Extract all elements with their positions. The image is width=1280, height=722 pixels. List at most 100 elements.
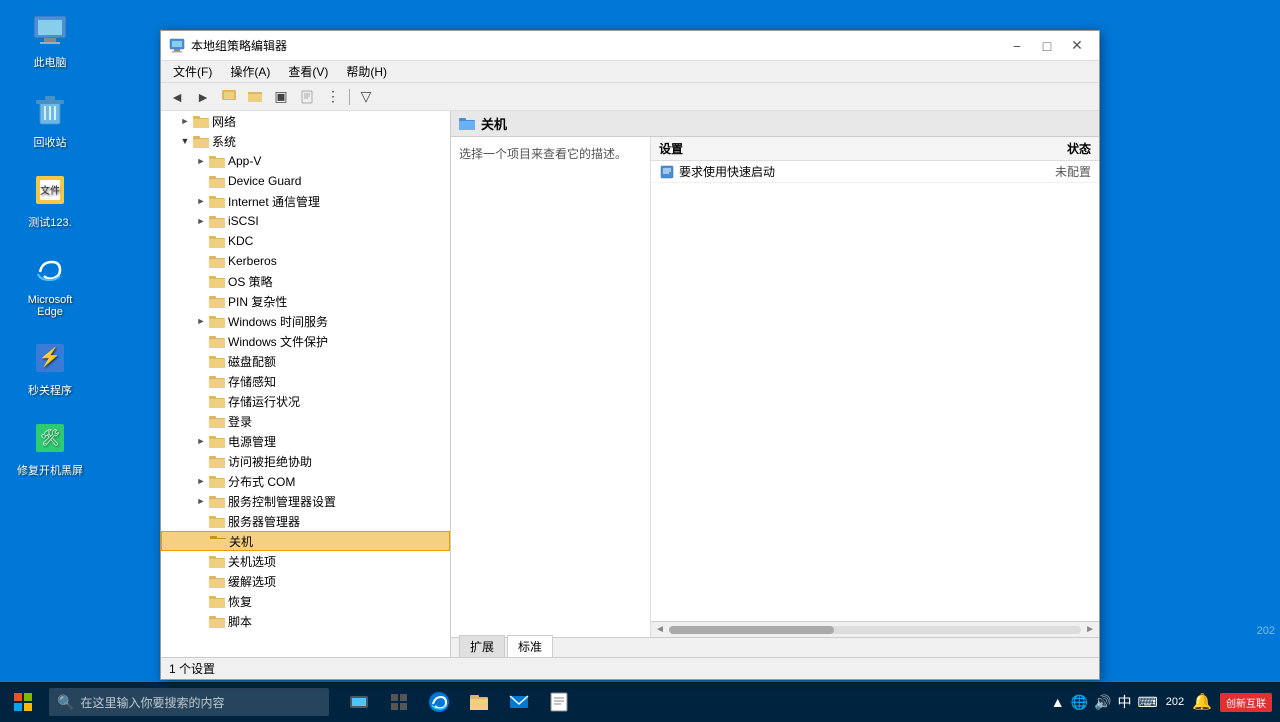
main-window: 本地组策略编辑器 − □ ✕ 文件(F) 操作(A) 查看(V) 帮助(H) ◄… — [160, 30, 1100, 680]
tree-item-wintimesvc[interactable]: ► Windows 时间服务 — [161, 311, 450, 331]
test-icon: 文件 — [30, 170, 70, 210]
menu-view[interactable]: 查看(V) — [280, 61, 336, 82]
tree-item-appv[interactable]: ► App-V — [161, 151, 450, 171]
start-button[interactable] — [0, 682, 45, 722]
hscroll-thumb[interactable] — [669, 626, 834, 634]
tree-item-internet[interactable]: ► Internet 通信管理 — [161, 191, 450, 211]
folder-icon-system — [193, 134, 209, 148]
view-button[interactable]: ⋮ — [321, 86, 345, 108]
ime-icon[interactable]: 中 — [1118, 692, 1132, 712]
taskbar-icon-edge[interactable] — [421, 682, 457, 722]
properties-button[interactable] — [295, 86, 319, 108]
right-panel: 关机 选择一个项目来查看它的描述。 设置 状态 — [451, 111, 1099, 657]
volume-icon[interactable]: 🔊 — [1094, 694, 1111, 711]
right-content: 选择一个项目来查看它的描述。 设置 状态 — [451, 137, 1099, 637]
tree-item-accessdenied[interactable]: ► 访问被拒绝协助 — [161, 451, 450, 471]
tree-item-login[interactable]: ► 登录 — [161, 411, 450, 431]
menu-file[interactable]: 文件(F) — [165, 61, 220, 82]
desktop-icon-edge[interactable]: Microsoft Edge — [15, 250, 85, 318]
taskbar-search[interactable]: 🔍 在这里输入你要搜索的内容 — [49, 688, 329, 716]
taskbar-icon-mail[interactable] — [501, 682, 537, 722]
folder-button[interactable] — [243, 86, 267, 108]
taskbar-icon-task[interactable] — [341, 682, 377, 722]
tree-item-kdc[interactable]: ► KDC — [161, 231, 450, 251]
expander-iscsi[interactable]: ► — [193, 213, 209, 229]
menu-action[interactable]: 操作(A) — [222, 61, 278, 82]
expander-network[interactable]: ► — [177, 113, 193, 129]
up-button[interactable] — [217, 86, 241, 108]
tree-item-scm[interactable]: ► 服务控制管理器设置 — [161, 491, 450, 511]
tree-item-network[interactable]: ► 网络 — [161, 111, 450, 131]
tree-item-pin[interactable]: ► PIN 复杂性 — [161, 291, 450, 311]
tree-item-svcmgr[interactable]: ► 服务器管理器 — [161, 511, 450, 531]
svg-text:⚡: ⚡ — [39, 346, 61, 368]
toolbar: ◄ ► ▣ ⋮ ▽ — [161, 83, 1099, 111]
tree-label-kerberos: Kerberos — [228, 254, 277, 268]
right-header-title: 关机 — [481, 114, 507, 133]
desktop-icon-shortcut[interactable]: ⚡ 秒关程序 — [15, 338, 85, 398]
clock: 202 — [1166, 696, 1184, 708]
tree-item-powermgmt[interactable]: ► 电源管理 — [161, 431, 450, 451]
settings-panel: 设置 状态 — [651, 137, 1099, 637]
maximize-button[interactable]: □ — [1033, 36, 1061, 56]
tree-item-scripts[interactable]: ► 脚本 — [161, 611, 450, 631]
tab-standard[interactable]: 标准 — [507, 635, 553, 657]
taskbar-icon-view[interactable] — [381, 682, 417, 722]
tab-expand[interactable]: 扩展 — [459, 635, 505, 657]
taskbar-icon-explorer[interactable] — [461, 682, 497, 722]
tree-item-restore-item[interactable]: ► 恢复 — [161, 591, 450, 611]
chevron-icon[interactable]: ▲ — [1051, 694, 1065, 710]
expander-wintimesvc[interactable]: ► — [193, 313, 209, 329]
hscroll-bar[interactable]: ◄ ► — [651, 621, 1099, 637]
tree-item-distcom[interactable]: ► 分布式 COM — [161, 471, 450, 491]
forward-button[interactable]: ► — [191, 86, 215, 108]
network-icon[interactable]: 🌐 — [1071, 694, 1088, 711]
hscroll-track[interactable] — [669, 626, 1081, 634]
tree-item-storagesense[interactable]: ► 存储感知 — [161, 371, 450, 391]
tree-item-troubleshoot[interactable]: ► 缓解选项 — [161, 571, 450, 591]
tree-item-deviceguard[interactable]: ► Device Guard — [161, 171, 450, 191]
keyboard-icon[interactable]: ⌨ — [1138, 694, 1158, 711]
folder-icon-network — [193, 114, 209, 128]
taskbar-icon-notepad[interactable] — [541, 682, 577, 722]
folder-icon-shutdown — [210, 534, 226, 548]
close-button[interactable]: ✕ — [1063, 36, 1091, 56]
filter-button[interactable]: ▽ — [354, 86, 378, 108]
status-text: 1 个设置 — [169, 660, 215, 677]
tree-label-kdc: KDC — [228, 234, 253, 248]
tree-item-iscsi[interactable]: ► iSCSI — [161, 211, 450, 231]
tree-item-kerberos[interactable]: ► Kerberos — [161, 251, 450, 271]
back-button[interactable]: ◄ — [165, 86, 189, 108]
desktop-icon-test[interactable]: 文件 测试123. — [15, 170, 85, 230]
desktop-icon-this-pc[interactable]: 此电脑 — [15, 10, 85, 70]
tree-item-system[interactable]: ▼ 系统 — [161, 131, 450, 151]
tree-label-storagerun: 存储运行状况 — [228, 393, 300, 410]
minimize-button[interactable]: − — [1003, 36, 1031, 56]
tree-item-shutdownopt[interactable]: ► 关机选项 — [161, 551, 450, 571]
expander-internet[interactable]: ► — [193, 193, 209, 209]
tree-item-storagerun[interactable]: ► 存储运行状况 — [161, 391, 450, 411]
tree-item-shutdown[interactable]: ► 关机 — [161, 531, 450, 551]
settings-row-0[interactable]: 要求使用快速启动 未配置 — [651, 161, 1099, 183]
expander-scm[interactable]: ► — [193, 493, 209, 509]
settings-rows: 要求使用快速启动 未配置 — [651, 161, 1099, 621]
expander-system[interactable]: ▼ — [177, 133, 193, 149]
right-header-folder-icon — [459, 116, 475, 132]
desktop-icon-restore[interactable]: 🛠 修复开机黑屏 — [15, 418, 85, 478]
tree-label-scm: 服务控制管理器设置 — [228, 493, 336, 510]
tree-item-diskquota[interactable]: ► 磁盘配额 — [161, 351, 450, 371]
notification-icon[interactable]: 🔔 — [1192, 692, 1212, 712]
expander-distcom[interactable]: ► — [193, 473, 209, 489]
title-bar: 本地组策略编辑器 − □ ✕ — [161, 31, 1099, 61]
tree-item-ospolicy[interactable]: ► OS 策略 — [161, 271, 450, 291]
col-setting: 设置 — [659, 140, 1011, 157]
desktop-icon-recycle-bin[interactable]: 回收站 — [15, 90, 85, 150]
export-button[interactable]: ▣ — [269, 86, 293, 108]
tree-label-internet: Internet 通信管理 — [228, 193, 320, 210]
col-status: 状态 — [1011, 140, 1091, 157]
expander-powermgmt[interactable]: ► — [193, 433, 209, 449]
folder-icon-scm — [209, 494, 225, 508]
tree-item-winfileprotect[interactable]: ► Windows 文件保护 — [161, 331, 450, 351]
menu-help[interactable]: 帮助(H) — [338, 61, 395, 82]
expander-appv[interactable]: ► — [193, 153, 209, 169]
